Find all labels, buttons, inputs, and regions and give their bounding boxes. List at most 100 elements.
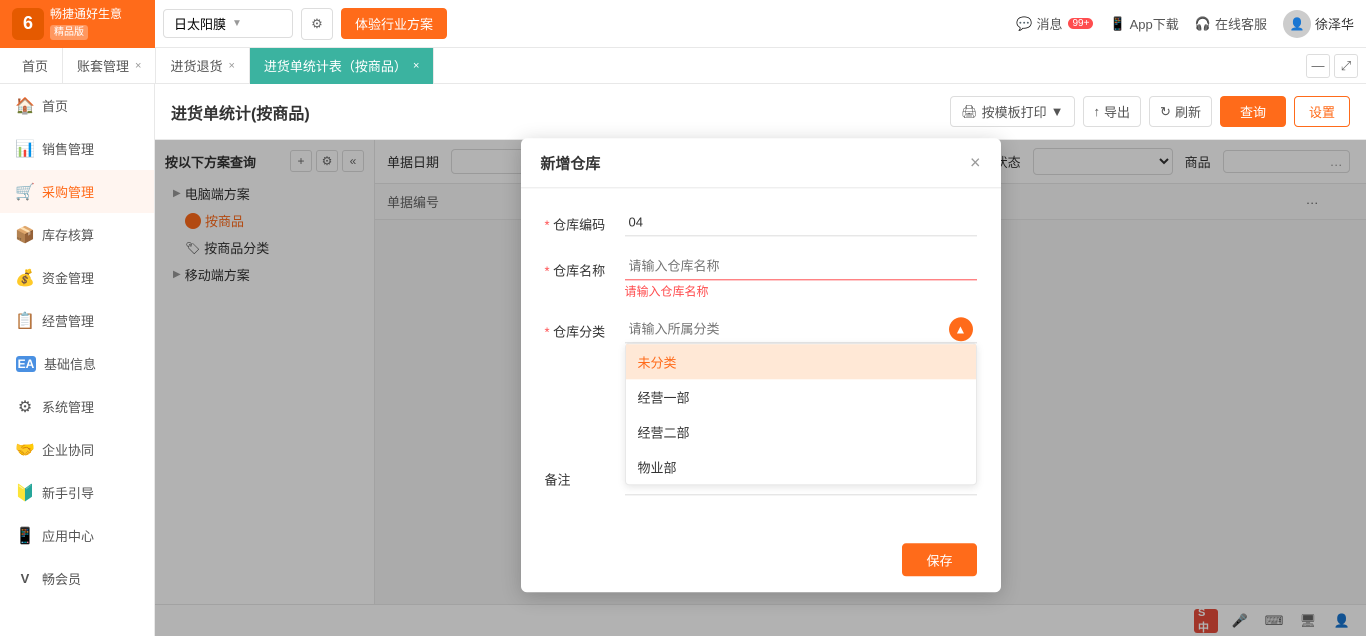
tab-home[interactable]: 首页: [8, 48, 63, 84]
app-download-button[interactable]: 📱 App下载: [1109, 14, 1178, 33]
sidebar-item-app-center[interactable]: 📱 应用中心: [0, 514, 154, 557]
category-arrow-icon[interactable]: ▲: [949, 317, 973, 341]
page-title: 进货单统计(按商品): [171, 100, 310, 124]
new-warehouse-modal: 新增仓库 × 仓库编码 仓库名称: [521, 138, 1001, 592]
sidebar-item-system[interactable]: ⚙ 系统管理: [0, 385, 154, 428]
tab-purchase-return[interactable]: 进货退货 ×: [156, 48, 249, 84]
page-header: 进货单统计(按商品) 🖨 按模板打印 ▼ ↑ 导出 ↻ 刷新 查询 设置: [155, 84, 1366, 140]
sidebar-item-cooperation-label: 企业协同: [42, 440, 94, 459]
finance-icon: 💰: [16, 269, 34, 287]
dropdown-item-dept2[interactable]: 经营二部: [626, 414, 976, 449]
form-row-name: 仓库名称 请输入仓库名称: [545, 252, 977, 299]
category-select-wrapper: ▲ 未分类 经营一部 经营二部 物业部: [625, 315, 977, 343]
sidebar-item-membership[interactable]: V 畅会员: [0, 557, 154, 600]
store-name: 日太阳膜: [174, 14, 226, 33]
store-selector[interactable]: 日太阳膜 ▼: [163, 9, 293, 38]
newbie-icon: 🔰: [16, 484, 34, 502]
print-button[interactable]: 🖨 按模板打印 ▼: [950, 96, 1074, 127]
print-icon: 🖨: [961, 104, 978, 120]
sidebar-item-purchase[interactable]: 🛒 采购管理: [0, 170, 154, 213]
sidebar-item-app-center-label: 应用中心: [42, 526, 94, 545]
logo-icon: 6: [12, 8, 44, 40]
tab-expand-icon[interactable]: ⤢: [1334, 54, 1358, 78]
logo-text: 畅捷通好生意 精品版: [50, 7, 122, 40]
category-input[interactable]: [625, 315, 977, 343]
main-layout: 🏠 首页 📊 销售管理 🛒 采购管理 📦 库存核算 💰 资金管理 📋 经营管理 …: [0, 84, 1366, 636]
settings-button[interactable]: 设置: [1294, 96, 1350, 127]
top-right-actions: 💬 消息 99+ 📱 App下载 🎧 在线客服 👤 徐泽华: [1016, 10, 1354, 38]
close-purchase-stats-icon[interactable]: ×: [413, 60, 419, 72]
membership-icon: V: [16, 570, 34, 588]
close-purchase-return-icon[interactable]: ×: [228, 60, 234, 72]
headset-icon: 🎧: [1195, 16, 1211, 32]
sidebar-item-newbie-label: 新手引导: [42, 483, 94, 502]
tab-purchase-stats-label: 进货单统计表（按商品）: [264, 56, 407, 75]
tab-bar: 首页 账套管理 × 进货退货 × 进货单统计表（按商品） × — ⤢: [0, 48, 1366, 84]
system-icon: ⚙: [16, 398, 34, 416]
note-label: 备注: [545, 463, 625, 488]
sidebar-item-operations-label: 经营管理: [42, 311, 94, 330]
sidebar: 🏠 首页 📊 销售管理 🛒 采购管理 📦 库存核算 💰 资金管理 📋 经营管理 …: [0, 84, 155, 636]
settings-icon[interactable]: ⚙: [301, 8, 333, 40]
user-info[interactable]: 👤 徐泽华: [1283, 10, 1354, 38]
home-icon: 🏠: [16, 97, 34, 115]
name-field-row: 仓库名称: [545, 252, 977, 280]
refresh-button[interactable]: ↻ 刷新: [1149, 96, 1212, 127]
top-bar: 6 畅捷通好生意 精品版 日太阳膜 ▼ ⚙ 体验行业方案 💬 消息 99+ 📱 …: [0, 0, 1366, 48]
sidebar-item-finance[interactable]: 💰 资金管理: [0, 256, 154, 299]
basic-info-icon: EA: [16, 356, 36, 372]
name-error-wrapper: 请输入仓库名称: [625, 280, 709, 299]
app-center-icon: 📱: [16, 527, 34, 545]
message-icon: 💬: [1016, 16, 1032, 32]
sidebar-item-system-label: 系统管理: [42, 397, 94, 416]
dropdown-item-property[interactable]: 物业部: [626, 449, 976, 484]
sidebar-item-operations[interactable]: 📋 经营管理: [0, 299, 154, 342]
sidebar-item-home-label: 首页: [42, 96, 68, 115]
code-input[interactable]: [625, 208, 977, 236]
sidebar-item-purchase-label: 采购管理: [42, 182, 94, 201]
modal-close-icon[interactable]: ×: [970, 152, 981, 173]
sidebar-item-home[interactable]: 🏠 首页: [0, 84, 154, 127]
modal-footer: 保存: [521, 531, 1001, 592]
tab-home-label: 首页: [22, 56, 48, 75]
name-label: 仓库名称: [545, 254, 625, 279]
purchase-icon: 🛒: [16, 183, 34, 201]
username: 徐泽华: [1315, 14, 1354, 33]
logo-badge: 精品版: [50, 25, 88, 40]
message-badge: 99+: [1068, 18, 1093, 29]
sidebar-item-membership-label: 畅会员: [42, 569, 81, 588]
close-accounts-icon[interactable]: ×: [135, 60, 141, 72]
message-button[interactable]: 💬 消息 99+: [1016, 14, 1093, 33]
tab-actions: — ⤢: [1306, 54, 1358, 78]
query-button[interactable]: 查询: [1220, 96, 1286, 127]
name-input[interactable]: [625, 252, 977, 280]
sidebar-item-sales[interactable]: 📊 销售管理: [0, 127, 154, 170]
content-area: 进货单统计(按商品) 🖨 按模板打印 ▼ ↑ 导出 ↻ 刷新 查询 设置: [155, 84, 1366, 636]
sidebar-item-basic-info[interactable]: EA 基础信息: [0, 342, 154, 385]
avatar: 👤: [1283, 10, 1311, 38]
modal-title: 新增仓库: [541, 152, 601, 173]
cooperation-icon: 🤝: [16, 441, 34, 459]
tab-purchase-return-label: 进货退货: [170, 56, 222, 75]
modal-body: 仓库编码 仓库名称 请输入仓库名称: [521, 188, 1001, 531]
sidebar-item-cooperation[interactable]: 🤝 企业协同: [0, 428, 154, 471]
dropdown-item-unclassified[interactable]: 未分类: [626, 344, 976, 379]
tab-accounts[interactable]: 账套管理 ×: [63, 48, 156, 84]
sidebar-item-inventory[interactable]: 📦 库存核算: [0, 213, 154, 256]
sales-icon: 📊: [16, 140, 34, 158]
dropdown-item-dept1[interactable]: 经营一部: [626, 379, 976, 414]
save-button[interactable]: 保存: [902, 543, 976, 576]
online-service-button[interactable]: 🎧 在线客服: [1195, 14, 1267, 33]
tab-minimize-icon[interactable]: —: [1306, 54, 1330, 78]
export-button[interactable]: ↑ 导出: [1083, 96, 1142, 127]
phone-icon: 📱: [1109, 16, 1125, 32]
sidebar-item-newbie[interactable]: 🔰 新手引导: [0, 471, 154, 514]
tab-accounts-label: 账套管理: [77, 56, 129, 75]
code-label: 仓库编码: [545, 208, 625, 233]
experience-button[interactable]: 体验行业方案: [341, 8, 447, 39]
refresh-icon: ↻: [1160, 104, 1171, 120]
header-actions: 🖨 按模板打印 ▼ ↑ 导出 ↻ 刷新 查询 设置: [950, 96, 1350, 127]
name-error-message: 请输入仓库名称: [625, 282, 709, 299]
sidebar-item-inventory-label: 库存核算: [42, 225, 94, 244]
tab-purchase-stats[interactable]: 进货单统计表（按商品） ×: [250, 48, 434, 84]
